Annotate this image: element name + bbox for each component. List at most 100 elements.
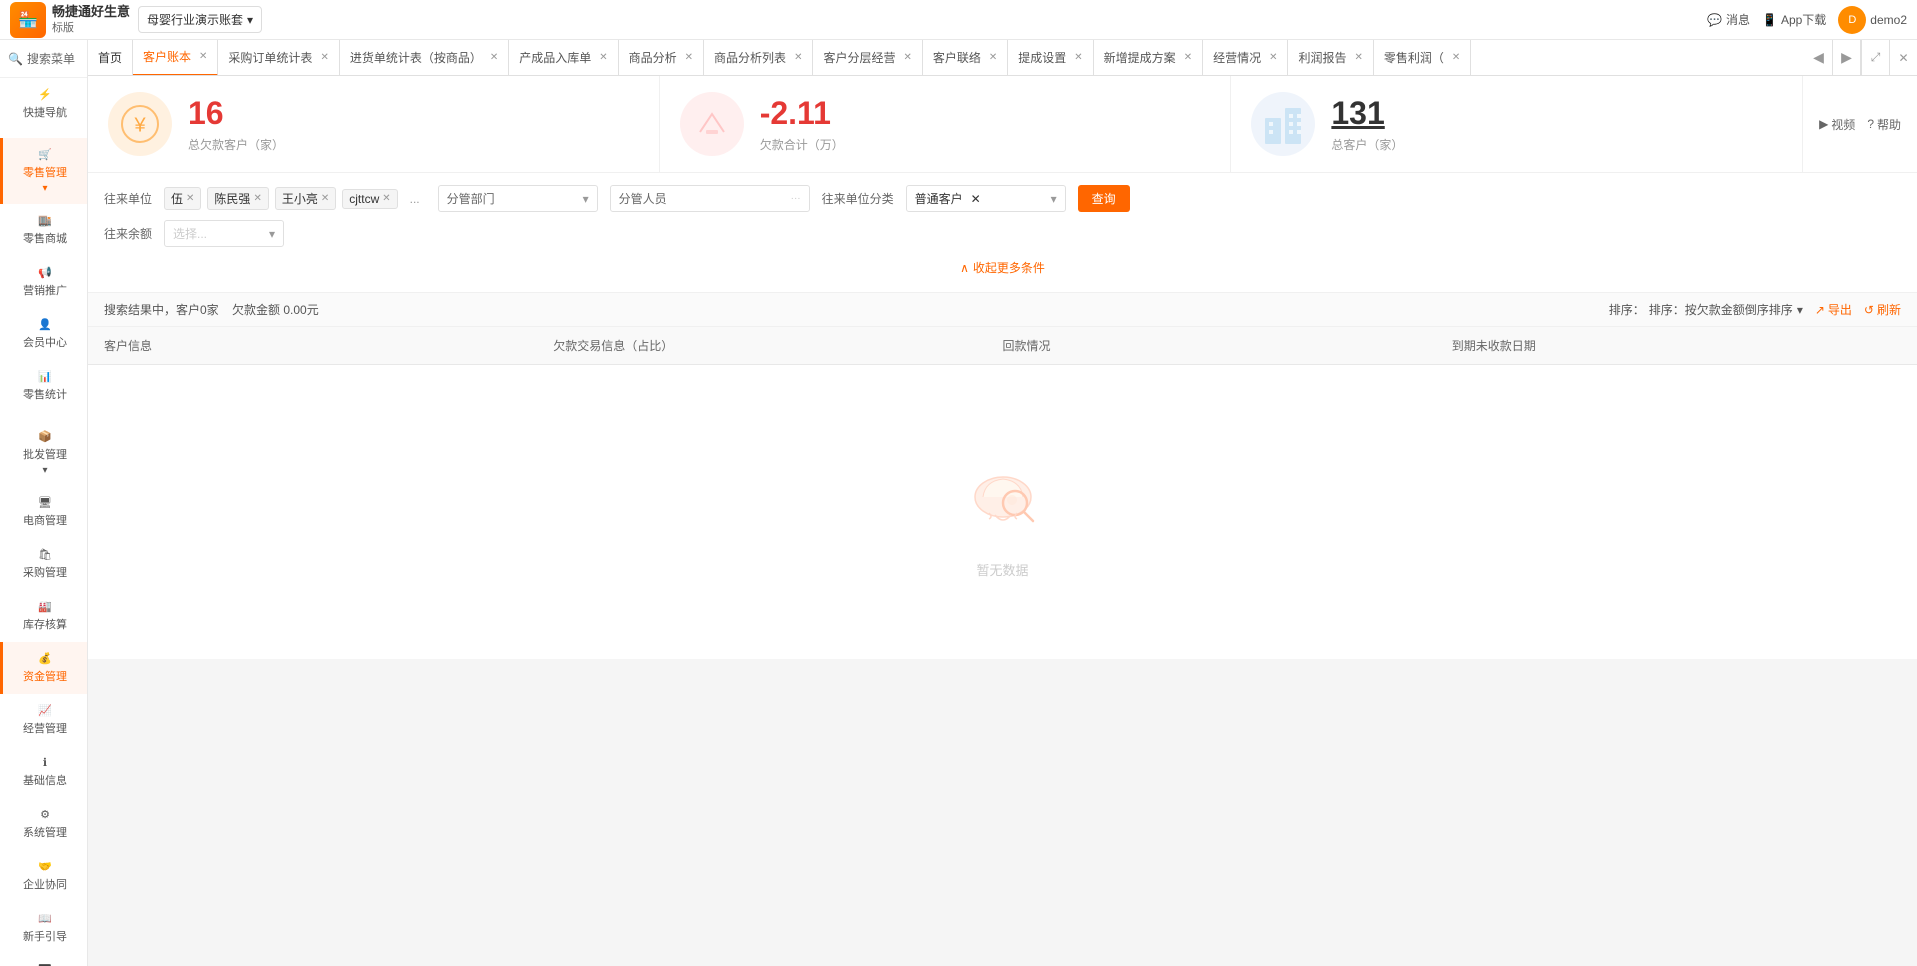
tab-close-customer-contact[interactable]: ✕ <box>989 52 997 63</box>
dept-filter[interactable]: 分管部门 ▾ <box>438 185 598 212</box>
sidebar-item-quick-nav[interactable]: ⚡ 快捷导航 <box>0 78 87 130</box>
sidebar-item-operations-mgmt[interactable]: 📈 经营管理 <box>0 694 87 746</box>
tab-home[interactable]: 首页 <box>88 40 133 76</box>
refresh-btn[interactable]: ↺ 刷新 <box>1864 301 1901 318</box>
sidebar-item-member-center[interactable]: 👤 会员中心 <box>0 308 87 360</box>
remove-tag-4[interactable]: ✕ <box>382 193 390 204</box>
tab-close-retail-profit[interactable]: ✕ <box>1452 52 1460 63</box>
tab-close-all-btn[interactable]: ✕ <box>1889 40 1917 76</box>
filter-row-2: 往来余额 选择... ▾ <box>104 220 1901 247</box>
tab-close-operations[interactable]: ✕ <box>1269 52 1277 63</box>
system-mgmt-icon: ⚙ <box>40 808 50 821</box>
tab-product-analysis[interactable]: 商品分析 ✕ <box>619 40 704 76</box>
app-download-btn[interactable]: 📱 App下载 <box>1762 11 1826 28</box>
tab-close-profit-report[interactable]: ✕ <box>1355 52 1363 63</box>
tab-product-analysis-list[interactable]: 商品分析列表 ✕ <box>704 40 813 76</box>
results-info-bar: 搜索结果中，客户0家 欠款金额 0.00元 排序： 排序：按欠款金额倒序排序 ▾… <box>88 293 1917 327</box>
sidebar-item-system-mgmt[interactable]: ⚙ 系统管理 <box>0 798 87 850</box>
sidebar-item-finance-mgmt[interactable]: 💰 资金管理 <box>0 642 87 694</box>
export-btn[interactable]: ↗ 导出 <box>1815 301 1852 318</box>
sort-label: 排序： <box>1609 301 1645 318</box>
tab-operations[interactable]: 经营情况 ✕ <box>1203 40 1288 76</box>
empty-state-text: 暂无数据 <box>976 560 1028 579</box>
tab-maximize-btn[interactable]: ⤢ <box>1861 40 1889 76</box>
sidebar-item-enterprise-coop[interactable]: 🤝 企业协同 <box>0 850 87 902</box>
sidebar-item-ecommerce-mgmt[interactable]: 🖥 电商管理 <box>0 486 87 538</box>
tab-customer-segment[interactable]: 客户分层经营 ✕ <box>813 40 922 76</box>
filter-tag-1: 伍 ✕ <box>164 187 201 210</box>
sidebar-search[interactable]: 🔍 搜索菜单 <box>0 40 87 78</box>
stat-value-total-customers: 131 <box>1331 95 1403 132</box>
tab-close-customer-segment[interactable]: ✕ <box>903 52 911 63</box>
tab-prev-btn[interactable]: ◀ <box>1805 40 1833 76</box>
sort-select[interactable]: 排序： 排序：按欠款金额倒序排序 ▾ <box>1609 301 1803 318</box>
tab-close-new-advance[interactable]: ✕ <box>1184 52 1192 63</box>
sidebar-item-basic-info[interactable]: ℹ 基础信息 <box>0 746 87 798</box>
ecommerce-mgmt-icon: 🖥 <box>38 496 52 509</box>
stat-value-debit-customers: 16 <box>188 95 284 132</box>
tab-purchase-orders[interactable]: 采购订单统计表 ✕ <box>218 40 339 76</box>
tab-profit-report[interactable]: 利润报告 ✕ <box>1288 40 1373 76</box>
top-bar-left: 🏪 畅捷通好生意 标版 母婴行业演示账套 ▾ <box>10 2 262 38</box>
balance-label: 往来余额 <box>104 225 152 242</box>
video-link[interactable]: ▶ 视频 <box>1819 116 1855 133</box>
top-bar: 🏪 畅捷通好生意 标版 母婴行业演示账套 ▾ 💬 消息 📱 App下载 D <box>0 0 1917 40</box>
stat-value-total-debt: -2.11 <box>760 95 844 132</box>
sidebar-item-inventory[interactable]: 🏭 库存核算 <box>0 590 87 642</box>
sidebar-item-wholesale-mgmt[interactable]: 📦 批发管理 ▾ <box>0 420 87 486</box>
remove-unit-category[interactable]: ✕ <box>971 192 981 206</box>
tab-retail-profit[interactable]: 零售利润（ ✕ <box>1374 40 1471 76</box>
remove-tag-2[interactable]: ✕ <box>253 193 261 204</box>
help-icon: ? <box>1867 117 1874 131</box>
col-header-debt: 欠款交易信息（占比） <box>553 337 1002 354</box>
sidebar-item-marketing[interactable]: 📢 营销推广 <box>0 256 87 308</box>
collapse-row: ∧ 收起更多条件 <box>104 255 1901 280</box>
account-selector[interactable]: 母婴行业演示账套 ▾ <box>138 6 262 33</box>
stat-info-total-customers: 131 总客户（家） <box>1331 95 1403 153</box>
sidebar-item-retail-stats[interactable]: 📊 零售统计 <box>0 360 87 412</box>
query-button[interactable]: 查询 <box>1078 185 1130 212</box>
marketing-icon: 📢 <box>38 266 52 279</box>
balance-filter[interactable]: 选择... ▾ <box>164 220 284 247</box>
logo-icon: 🏪 <box>10 2 46 38</box>
table-container: 客户信息 欠款交易信息（占比） 回款情况 到期未收款日期 <box>88 327 1917 659</box>
tab-close-product-analysis-list[interactable]: ✕ <box>794 52 802 63</box>
stat-info-total-debt: -2.11 欠款合计（万） <box>760 95 844 153</box>
logo-area[interactable]: 🏪 畅捷通好生意 标版 <box>10 2 130 38</box>
sidebar-item-retail-mall[interactable]: 🏬 零售商城 <box>0 204 87 256</box>
filter-tag-2: 陈民强 ✕ <box>207 187 268 210</box>
tab-advance-settings[interactable]: 提成设置 ✕ <box>1008 40 1093 76</box>
tab-customer-contact[interactable]: 客户联络 ✕ <box>923 40 1008 76</box>
avatar: D <box>1838 6 1866 34</box>
tab-close-purchase-orders[interactable]: ✕ <box>320 52 328 63</box>
tab-production-entry[interactable]: 产成品入库单 ✕ <box>509 40 618 76</box>
tab-close-customers[interactable]: ✕ <box>199 51 207 62</box>
tab-close-product-analysis[interactable]: ✕ <box>685 52 693 63</box>
content-area: 首页 客户账本 ✕ 采购订单统计表 ✕ 进货单统计表（按商品） ✕ 产成品入库单… <box>88 40 1917 966</box>
tab-close-production-entry[interactable]: ✕ <box>599 52 607 63</box>
remove-tag-3[interactable]: ✕ <box>321 193 329 204</box>
sidebar-item-retail-mgmt[interactable]: 🛒 零售管理 ▾ <box>0 138 87 204</box>
sidebar-item-purchase-mgmt[interactable]: 🛍 采购管理 <box>0 538 87 590</box>
stat-card-debit-customers: ¥ 16 总欠款客户（家） <box>88 76 660 172</box>
unit-label: 往来单位 <box>104 190 152 207</box>
tab-next-btn[interactable]: ▶ <box>1833 40 1861 76</box>
tab-new-advance[interactable]: 新增提成方案 ✕ <box>1094 40 1203 76</box>
tab-close-advance-settings[interactable]: ✕ <box>1074 52 1082 63</box>
sidebar-item-new-guide[interactable]: 📖 新手引导 <box>0 902 87 954</box>
remove-tag-1[interactable]: ✕ <box>186 193 194 204</box>
sidebar-item-app-center[interactable]: 🔲 应用中心 <box>0 954 87 966</box>
empty-state: 暂无数据 <box>88 365 1917 659</box>
tab-close-purchase-stats[interactable]: ✕ <box>490 52 498 63</box>
stat-label-total-customers: 总客户（家） <box>1331 136 1403 153</box>
manager-filter[interactable]: 分管人员 ··· <box>610 185 810 212</box>
filter-tag-more[interactable]: ... <box>404 190 426 208</box>
user-avatar-btn[interactable]: D demo2 <box>1838 6 1907 34</box>
message-btn[interactable]: 💬 消息 <box>1707 11 1750 28</box>
help-link[interactable]: ? 帮助 <box>1867 116 1901 133</box>
tab-customers[interactable]: 客户账本 ✕ <box>133 40 218 76</box>
tab-purchase-stats[interactable]: 进货单统计表（按商品） ✕ <box>340 40 509 76</box>
collapse-btn[interactable]: ∧ 收起更多条件 <box>960 259 1045 276</box>
unit-category-filter[interactable]: 普通客户 ✕ ▾ <box>906 185 1066 212</box>
chevron-down-icon: ▾ <box>247 13 253 27</box>
